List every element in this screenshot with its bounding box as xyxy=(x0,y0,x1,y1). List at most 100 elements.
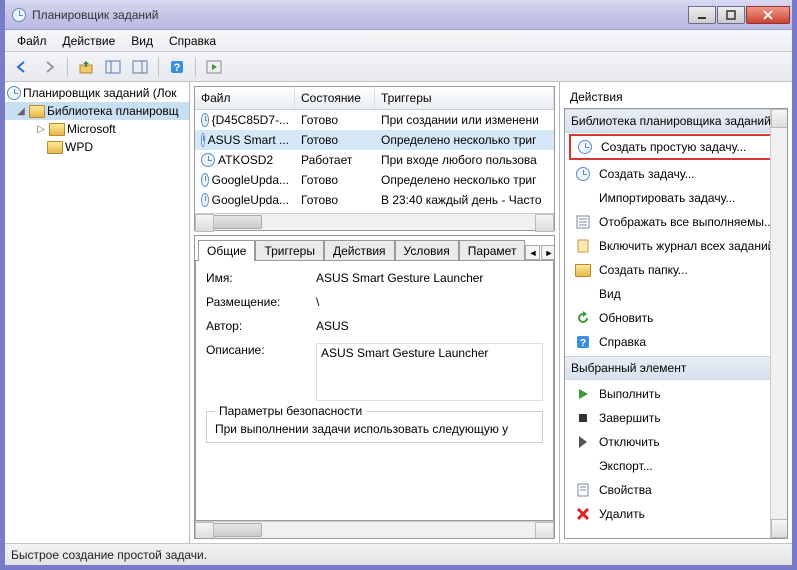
cell-file: {D45C85D7-... xyxy=(212,113,289,127)
folder-icon xyxy=(29,105,45,118)
panel-button-1[interactable] xyxy=(101,55,125,79)
security-fieldset: Параметры безопасности При выполнении за… xyxy=(206,411,543,443)
folder-icon xyxy=(575,262,591,278)
author-value: ASUS xyxy=(316,319,543,333)
vertical-scrollbar[interactable] xyxy=(770,109,787,538)
menu-help[interactable]: Справка xyxy=(161,32,224,50)
svg-text:?: ? xyxy=(174,62,181,74)
status-text: Быстрое создание простой задачи. xyxy=(11,548,207,562)
tab-general[interactable]: Общие xyxy=(198,240,255,261)
table-row[interactable]: {D45C85D7-... Готово При создании или из… xyxy=(195,110,554,130)
run-button[interactable] xyxy=(202,55,226,79)
expand-icon[interactable]: ▷ xyxy=(35,124,47,135)
menu-action[interactable]: Действие xyxy=(55,32,124,50)
tab-scroll-right[interactable]: ► xyxy=(541,245,555,260)
action-label: Создать задачу... xyxy=(599,167,695,181)
action-label: Выполнить xyxy=(599,387,661,401)
maximize-button[interactable] xyxy=(717,6,745,24)
log-icon xyxy=(575,238,591,254)
table-row[interactable]: ATKOSD2 Работает При входе любого пользо… xyxy=(195,150,554,170)
col-file[interactable]: Файл xyxy=(195,87,295,109)
cell-file: ASUS Smart ... xyxy=(208,133,289,147)
window-title: Планировщик заданий xyxy=(32,8,687,22)
action-disable[interactable]: Отключить xyxy=(565,430,787,454)
horizontal-scrollbar[interactable] xyxy=(195,521,554,538)
desc-label: Описание: xyxy=(206,343,316,401)
col-state[interactable]: Состояние xyxy=(295,87,375,109)
action-label: Создать простую задачу... xyxy=(601,140,746,154)
col-triggers[interactable]: Триггеры xyxy=(375,87,554,109)
action-delete[interactable]: Удалить xyxy=(565,502,787,526)
action-help[interactable]: ? Справка xyxy=(565,330,787,354)
action-label: Удалить xyxy=(599,507,645,521)
horizontal-scrollbar[interactable] xyxy=(195,213,554,230)
action-label: Обновить xyxy=(599,311,653,325)
task-icon xyxy=(201,133,205,147)
action-view[interactable]: Вид ▶ xyxy=(565,282,787,306)
forward-button[interactable] xyxy=(37,55,61,79)
action-create-basic-task[interactable]: Создать простую задачу... xyxy=(569,134,783,160)
panel-button-2[interactable] xyxy=(128,55,152,79)
action-show-running[interactable]: Отображать все выполняемы... xyxy=(565,210,787,234)
tree-root[interactable]: Планировщик заданий (Лок xyxy=(5,84,189,102)
collapse-icon[interactable]: ◢ xyxy=(15,106,27,117)
svg-text:?: ? xyxy=(580,338,586,349)
task-table: Файл Состояние Триггеры {D45C85D7-... Го… xyxy=(194,86,555,231)
action-export[interactable]: Экспорт... xyxy=(565,454,787,478)
table-row[interactable]: GoogleUpda... Готово Определено нескольк… xyxy=(195,170,554,190)
action-enable-log[interactable]: Включить журнал всех заданий xyxy=(565,234,787,258)
delete-icon xyxy=(575,506,591,522)
name-label: Имя: xyxy=(206,271,316,285)
task-icon xyxy=(201,113,209,127)
up-folder-button[interactable] xyxy=(74,55,98,79)
tab-conditions[interactable]: Условия xyxy=(395,240,459,261)
table-header: Файл Состояние Триггеры xyxy=(195,87,554,110)
tab-actions[interactable]: Действия xyxy=(324,240,395,261)
actions-section-selected[interactable]: Выбранный элемент ▲ xyxy=(565,356,787,380)
cell-trigger: При создании или изменени xyxy=(375,112,554,128)
action-label: Включить журнал всех заданий xyxy=(599,239,774,253)
task-icon xyxy=(201,193,209,207)
tree-microsoft[interactable]: ▷ Microsoft xyxy=(5,120,189,138)
minimize-button[interactable] xyxy=(688,6,716,24)
table-row[interactable]: GoogleUpda... Готово В 23:40 каждый день… xyxy=(195,190,554,210)
security-legend: Параметры безопасности xyxy=(215,404,366,418)
menu-view[interactable]: Вид xyxy=(123,32,161,50)
tab-triggers[interactable]: Триггеры xyxy=(255,240,324,261)
actions-title: Действия xyxy=(564,86,788,108)
menu-file[interactable]: Файл xyxy=(9,32,55,50)
action-end[interactable]: Завершить xyxy=(565,406,787,430)
tree-wpd[interactable]: WPD xyxy=(5,138,189,156)
action-run[interactable]: Выполнить xyxy=(565,382,787,406)
close-button[interactable] xyxy=(746,6,790,24)
name-value: ASUS Smart Gesture Launcher xyxy=(316,271,543,285)
status-bar: Быстрое создание простой задачи. xyxy=(5,543,792,565)
folder-icon xyxy=(47,141,63,154)
help-button[interactable]: ? xyxy=(165,55,189,79)
cell-state: Готово xyxy=(295,112,375,128)
tree-pane: Планировщик заданий (Лок ◢ Библиотека пл… xyxy=(5,82,190,543)
action-new-folder[interactable]: Создать папку... xyxy=(565,258,787,282)
action-properties[interactable]: Свойства xyxy=(565,478,787,502)
action-refresh[interactable]: Обновить xyxy=(565,306,787,330)
action-label: Завершить xyxy=(599,411,661,425)
tab-params[interactable]: Парамет xyxy=(459,240,526,261)
import-icon xyxy=(575,190,591,206)
action-import-task[interactable]: Импортировать задачу... xyxy=(565,186,787,210)
actions-section-library[interactable]: Библиотека планировщика заданий ▲ xyxy=(565,109,787,133)
tree-library[interactable]: ◢ Библиотека планировщ xyxy=(5,102,189,120)
table-row[interactable]: ASUS Smart ... Готово Определено несколь… xyxy=(195,130,554,150)
tab-content: Имя: ASUS Smart Gesture Launcher Размеще… xyxy=(195,260,554,521)
cell-file: GoogleUpda... xyxy=(212,173,289,187)
content: Планировщик заданий (Лок ◢ Библиотека пл… xyxy=(5,82,792,543)
action-create-task[interactable]: Создать задачу... xyxy=(565,162,787,186)
tab-scroll-left[interactable]: ◄ xyxy=(525,245,540,260)
actions-frame: Библиотека планировщика заданий ▲ Создат… xyxy=(564,108,788,539)
back-button[interactable] xyxy=(10,55,34,79)
play-icon xyxy=(575,386,591,402)
location-value: \ xyxy=(316,295,543,309)
tree-library-label: Библиотека планировщ xyxy=(47,104,179,118)
task-icon xyxy=(201,153,215,167)
cell-state: Готово xyxy=(295,172,375,188)
action-label: Экспорт... xyxy=(599,459,653,473)
